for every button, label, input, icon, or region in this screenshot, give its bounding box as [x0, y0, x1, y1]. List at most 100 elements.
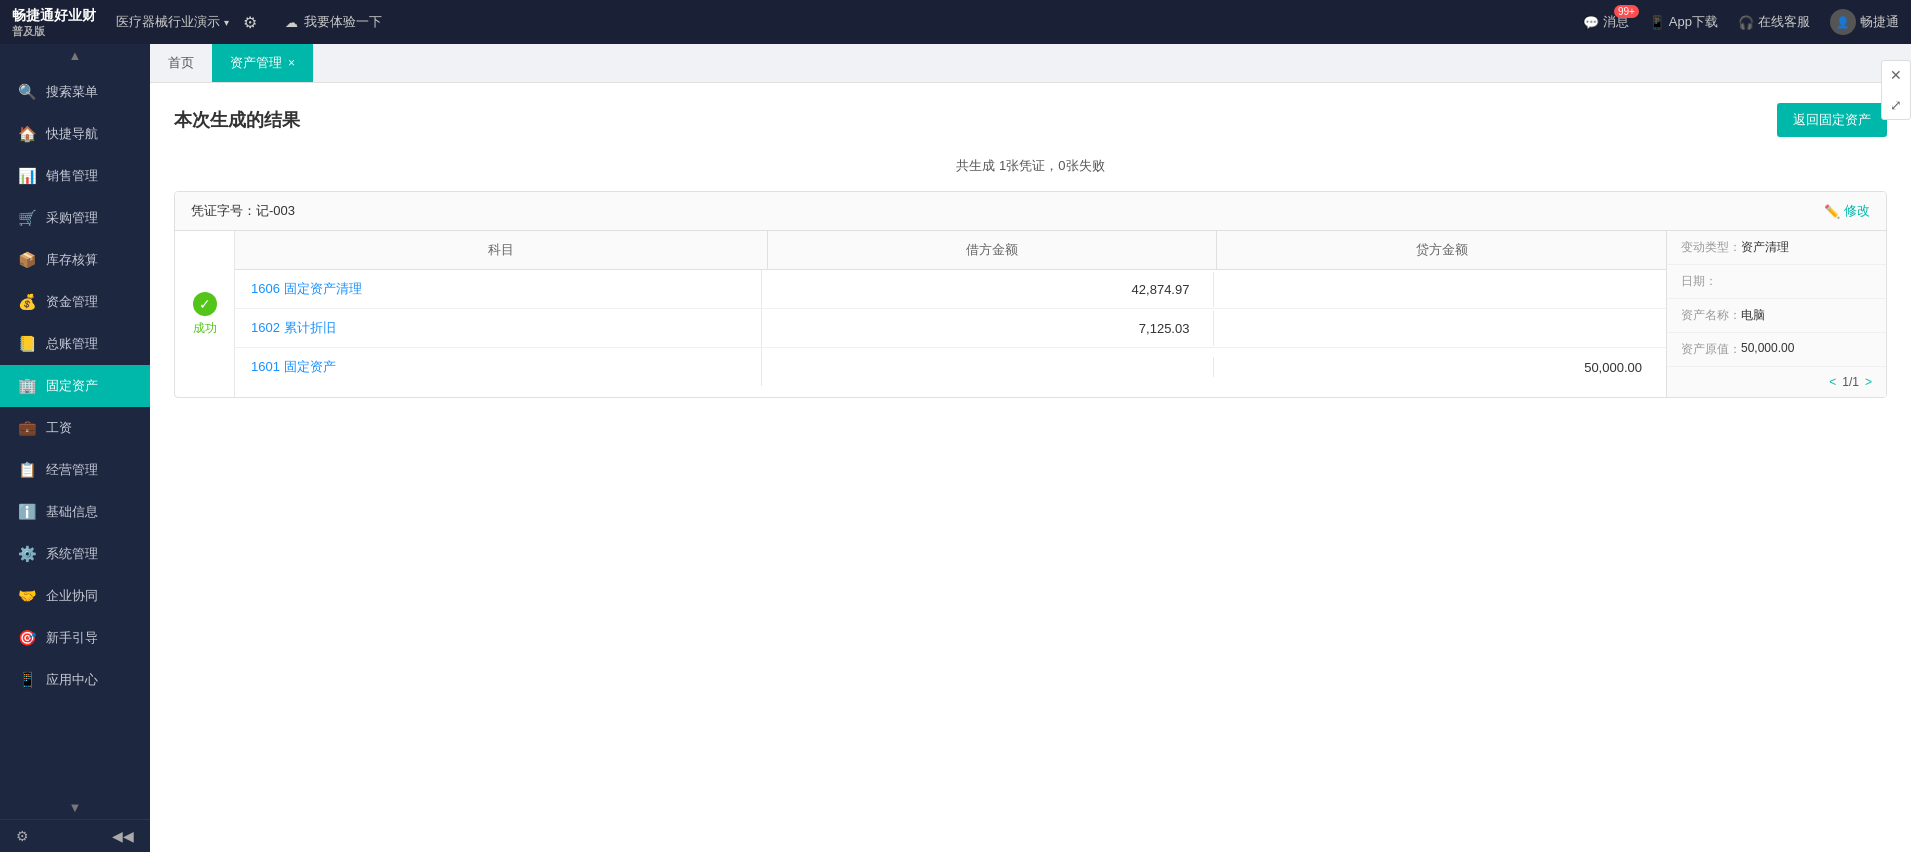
asset-value-label: 资产原值： — [1681, 341, 1741, 358]
voucher-header: 凭证字号：记-003 ✏️ 修改 — [175, 192, 1886, 231]
salary-icon: 💼 — [18, 419, 36, 437]
operation-icon: 📋 — [18, 461, 36, 479]
sidebar-label-salary: 工资 — [46, 419, 72, 437]
subject-1[interactable]: 1606 固定资产清理 — [235, 270, 762, 308]
app-download-btn[interactable]: 📱 App下载 — [1649, 13, 1718, 31]
asset-name-value: 电脑 — [1741, 307, 1765, 324]
topbar: 畅捷通好业财 普及版 医疗器械行业演示 ▾ ⚙ ☁ 我要体验一下 💬 消息 99… — [0, 0, 1911, 44]
sidebar-bottom: ⚙ ◀◀ — [0, 819, 150, 852]
experience-label: 我要体验一下 — [304, 13, 382, 31]
enterprise-icon: 🤝 — [18, 587, 36, 605]
expand-panel-btn[interactable]: ⤢ — [1882, 91, 1910, 119]
guide-icon: 🎯 — [18, 629, 36, 647]
page-header: 本次生成的结果 返回固定资产 — [174, 103, 1887, 137]
asset-name-label: 资产名称： — [1681, 307, 1741, 324]
asset-name-row: 资产名称： 电脑 — [1667, 299, 1886, 333]
prev-page-btn[interactable]: < — [1829, 375, 1836, 389]
col-header-subject: 科目 — [235, 231, 768, 269]
edition-label: 普及版 — [12, 24, 45, 38]
collapse-icon[interactable]: ◀◀ — [112, 828, 134, 844]
sidebar-label-operation: 经营管理 — [46, 461, 98, 479]
sidebar-item-fixed-assets[interactable]: 🏢 固定资产 — [0, 365, 150, 407]
credit-3: 50,000.00 — [1214, 350, 1666, 385]
sidebar-item-operation[interactable]: 📋 经营管理 — [0, 449, 150, 491]
sidebar-item-app-center[interactable]: 📱 应用中心 — [0, 659, 150, 701]
service-btn[interactable]: 🎧 在线客服 — [1738, 13, 1810, 31]
cloud-icon: ☁ — [285, 15, 298, 30]
voucher-number: 凭证字号：记-003 — [191, 202, 295, 220]
sidebar-label-quick-nav: 快捷导航 — [46, 125, 98, 143]
message-btn[interactable]: 💬 消息 99+ — [1583, 13, 1629, 31]
gear-icon[interactable]: ⚙ — [243, 13, 257, 32]
col-header-debit: 借方金额 — [768, 231, 1218, 269]
summary-text: 共生成 1张凭证，0张失败 — [174, 157, 1887, 175]
sidebar: ▲ 🔍 搜索菜单 🏠 快捷导航 📊 销售管理 🛒 采购管理 📦 库存核算 — [0, 44, 150, 852]
voucher-panel: 凭证字号：记-003 ✏️ 修改 ✓ 成功 — [174, 191, 1887, 398]
sidebar-label-basic-info: 基础信息 — [46, 503, 98, 521]
sidebar-item-enterprise[interactable]: 🤝 企业协同 — [0, 575, 150, 617]
table-row: 1601 固定资产 50,000.00 — [235, 348, 1666, 386]
subject-2[interactable]: 1602 累计折旧 — [235, 309, 762, 347]
sidebar-item-search[interactable]: 🔍 搜索菜单 — [0, 71, 150, 113]
page-indicator: 1/1 — [1842, 375, 1859, 389]
change-type-row: 变动类型： 资产清理 — [1667, 231, 1886, 265]
edit-icon: ✏️ — [1824, 204, 1840, 219]
subject-3[interactable]: 1601 固定资产 — [235, 348, 762, 386]
content-area: 首页 资产管理 × 本次生成的结果 返回固定资产 共生成 1张凭证，0张失败 凭… — [150, 44, 1911, 852]
tab-active-label: 资产管理 — [230, 54, 282, 72]
sidebar-item-sales[interactable]: 📊 销售管理 — [0, 155, 150, 197]
topbar-right: 💬 消息 99+ 📱 App下载 🎧 在线客服 👤 畅捷通 — [1583, 9, 1899, 35]
sidebar-label-guide: 新手引导 — [46, 629, 98, 647]
tab-home[interactable]: 首页 — [150, 44, 212, 82]
sidebar-item-sys-manage[interactable]: ⚙️ 系统管理 — [0, 533, 150, 575]
voucher-body: ✓ 成功 科目 借方金额 贷方金额 — [175, 231, 1886, 397]
table-row: 1606 固定资产清理 42,874.97 — [235, 270, 1666, 309]
chevron-down-icon: ▾ — [224, 17, 229, 28]
edit-label: 修改 — [1844, 202, 1870, 220]
ledger-icon: 📒 — [18, 335, 36, 353]
asset-value-value: 50,000.00 — [1741, 341, 1794, 358]
basic-info-icon: ℹ️ — [18, 503, 36, 521]
main-layout: ▲ 🔍 搜索菜单 🏠 快捷导航 📊 销售管理 🛒 采购管理 📦 库存核算 — [0, 44, 1911, 852]
sys-icon: ⚙️ — [18, 545, 36, 563]
settings-bottom-icon[interactable]: ⚙ — [16, 828, 29, 844]
user-btn[interactable]: 👤 畅捷通 — [1830, 9, 1899, 35]
credit-1 — [1214, 279, 1666, 299]
sales-icon: 📊 — [18, 167, 36, 185]
col-header-credit: 贷方金额 — [1217, 231, 1666, 269]
sidebar-label-sys-manage: 系统管理 — [46, 545, 98, 563]
message-badge: 99+ — [1614, 5, 1639, 18]
sidebar-item-basic-info[interactable]: ℹ️ 基础信息 — [0, 491, 150, 533]
page-content: 本次生成的结果 返回固定资产 共生成 1张凭证，0张失败 凭证字号：记-003 … — [150, 83, 1911, 852]
tab-close-icon[interactable]: × — [288, 57, 295, 69]
finance-icon: 💰 — [18, 293, 36, 311]
success-icon: ✓ — [193, 292, 217, 316]
project-selector[interactable]: 医疗器械行业演示 ▾ — [116, 13, 229, 31]
sidebar-item-finance[interactable]: 💰 资金管理 — [0, 281, 150, 323]
scroll-up-btn[interactable]: ▲ — [0, 44, 150, 67]
sidebar-item-inventory[interactable]: 📦 库存核算 — [0, 239, 150, 281]
table-row: 1602 累计折旧 7,125.03 — [235, 309, 1666, 348]
app-center-icon: 📱 — [18, 671, 36, 689]
experience-btn[interactable]: ☁ 我要体验一下 — [285, 13, 382, 31]
tab-asset-management[interactable]: 资产管理 × — [212, 44, 313, 82]
sidebar-item-purchase[interactable]: 🛒 采购管理 — [0, 197, 150, 239]
scroll-down-btn[interactable]: ▼ — [0, 796, 150, 819]
sidebar-label-sales: 销售管理 — [46, 167, 98, 185]
tab-bar: 首页 资产管理 × — [150, 44, 1911, 83]
sidebar-label-app-center: 应用中心 — [46, 671, 98, 689]
asset-value-row: 资产原值： 50,000.00 — [1667, 333, 1886, 367]
sidebar-label-inventory: 库存核算 — [46, 251, 98, 269]
close-panel-btn[interactable]: ✕ — [1882, 61, 1910, 89]
next-page-btn[interactable]: > — [1865, 375, 1872, 389]
return-button[interactable]: 返回固定资产 — [1777, 103, 1887, 137]
service-label: 在线客服 — [1758, 13, 1810, 31]
brand-name: 畅捷通好业财 — [12, 6, 96, 24]
sidebar-item-guide[interactable]: 🎯 新手引导 — [0, 617, 150, 659]
sidebar-item-ledger[interactable]: 📒 总账管理 — [0, 323, 150, 365]
sidebar-item-quick-nav[interactable]: 🏠 快捷导航 — [0, 113, 150, 155]
edit-button[interactable]: ✏️ 修改 — [1824, 202, 1870, 220]
table-header: 科目 借方金额 贷方金额 — [235, 231, 1666, 270]
sidebar-item-salary[interactable]: 💼 工资 — [0, 407, 150, 449]
page-title: 本次生成的结果 — [174, 108, 300, 132]
